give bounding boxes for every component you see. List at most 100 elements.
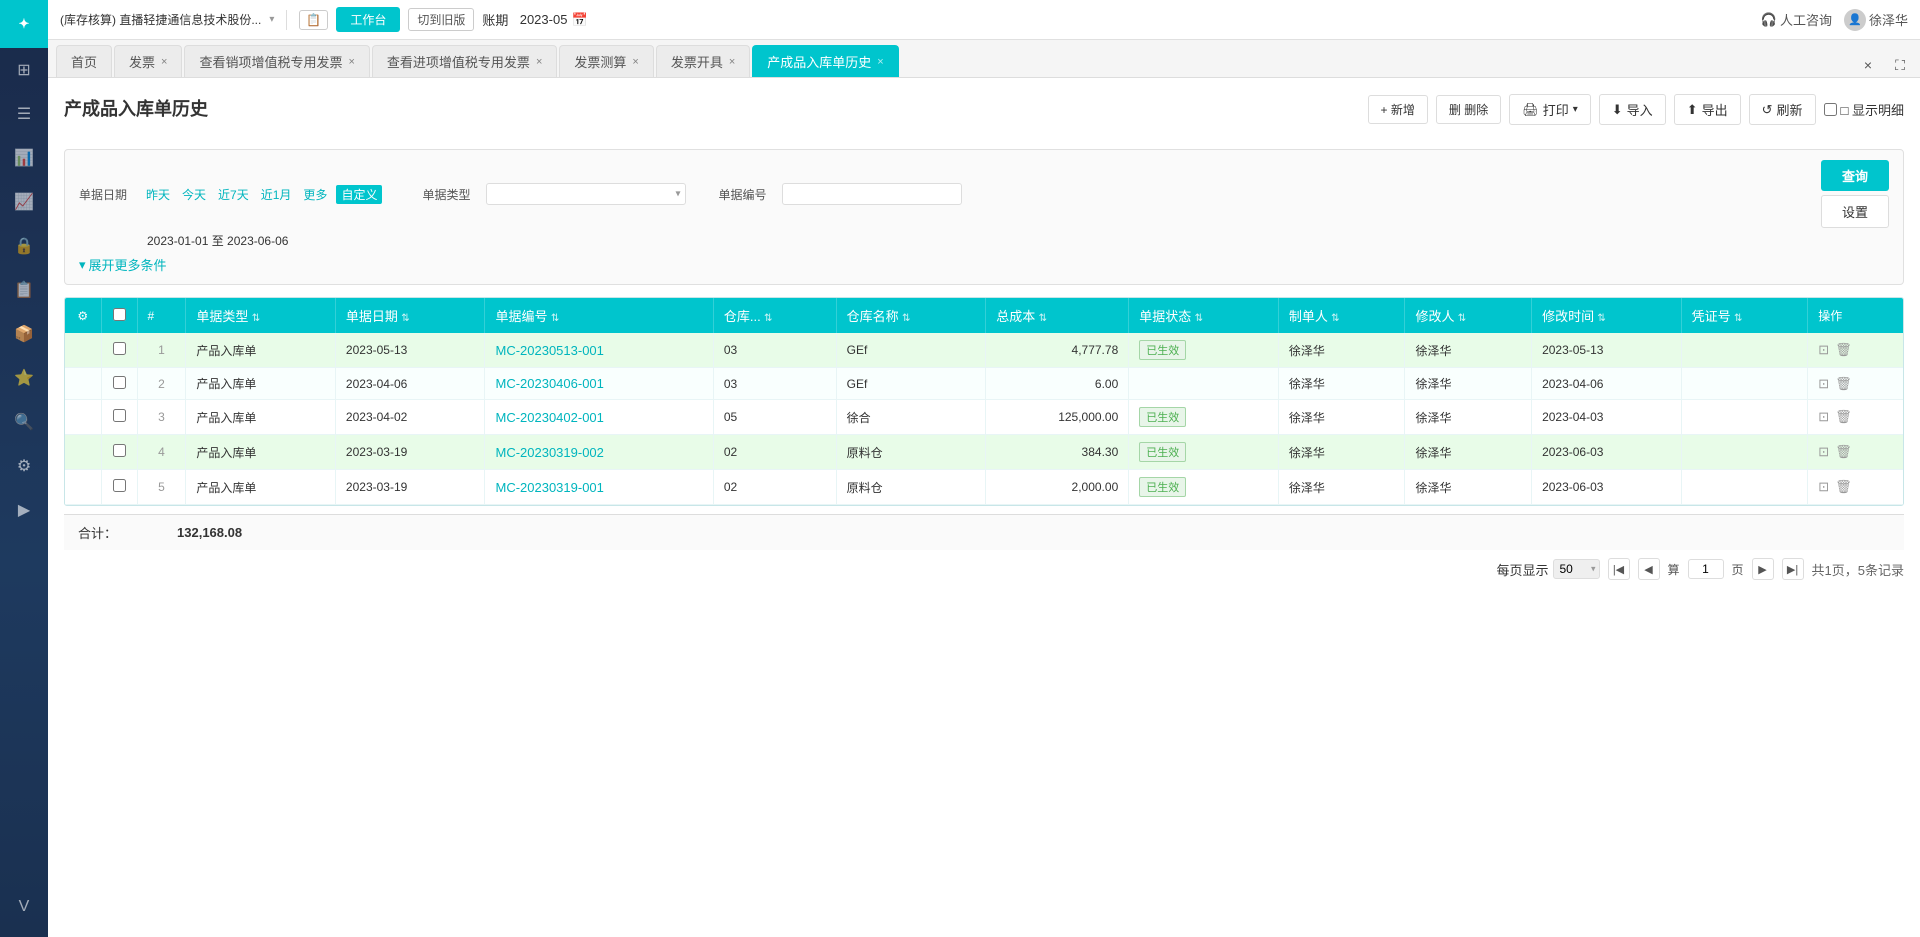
workbench-button[interactable]: 工作台 [336,7,400,32]
shortcut-today[interactable]: 今天 [179,185,209,204]
td-number[interactable]: MC-20230513-001 [485,333,713,368]
tab-invoice[interactable]: 发票 × [114,45,182,77]
td-checkbox[interactable] [101,435,137,470]
tab-product-in[interactable]: 产成品入库单历史 × [752,45,898,77]
shortcut-1month[interactable]: 近1月 [258,185,295,204]
sidebar-item-report[interactable]: 📊 [0,136,48,180]
th-status[interactable]: 单据状态 ⇅ [1129,298,1279,333]
tab-expand-button[interactable]: ⛶ [1888,53,1912,77]
td-number[interactable]: MC-20230402-001 [485,400,713,435]
th-type[interactable]: 单据类型 ⇅ [186,298,336,333]
prev-page-button[interactable]: ◀ [1638,558,1660,580]
delete-button[interactable]: 删 删除 [1436,95,1501,124]
copy-button[interactable]: 📋 [299,10,328,30]
select-all-checkbox[interactable] [113,308,126,321]
th-date[interactable]: 单据日期 ⇅ [335,298,485,333]
tab-product-in-close[interactable]: × [877,56,883,68]
number-link[interactable]: MC-20230319-001 [495,480,603,495]
user-menu[interactable]: 👤 徐泽华 [1844,9,1908,31]
shortcut-yesterday[interactable]: 昨天 [143,185,173,204]
sidebar-item-home[interactable]: ⊞ [0,48,48,92]
edit-icon[interactable]: ⊡ [1818,342,1829,358]
delete-icon[interactable]: 🗑 [1835,342,1852,358]
edit-icon[interactable]: ⊡ [1818,479,1829,495]
row-checkbox[interactable] [113,479,126,492]
delete-icon[interactable]: 🗑 [1835,376,1852,392]
delete-icon[interactable]: 🗑 [1835,479,1852,495]
number-link[interactable]: MC-20230406-001 [495,376,603,391]
tab-vat-purchase-close[interactable]: × [536,56,542,68]
calendar-icon[interactable]: 📅 [571,12,587,28]
sidebar-item-v[interactable]: V [0,885,48,929]
filter-settings-button[interactable]: 设置 [1821,195,1889,228]
sidebar-item-auth[interactable]: 🔒 [0,224,48,268]
th-modifier[interactable]: 修改人 ⇅ [1405,298,1532,333]
last-page-button[interactable]: ▶| [1782,558,1804,580]
tab-vat-sales[interactable]: 查看销项增值税专用发票 × [184,45,369,77]
page-number-input[interactable] [1688,559,1724,579]
tab-home[interactable]: 首页 [56,45,112,77]
type-select[interactable]: 产品入库单 [486,183,686,205]
sidebar-item-docs[interactable]: 📋 [0,268,48,312]
tab-close-all-button[interactable]: × [1856,53,1880,77]
sidebar-logo[interactable]: ✦ [0,0,48,48]
tab-invoice-issue-close[interactable]: × [729,56,735,68]
query-button[interactable]: 查询 [1821,160,1889,191]
print-button[interactable]: 🖨 打印 ▾ [1509,94,1591,125]
th-warehouse-code[interactable]: 仓库... ⇅ [713,298,836,333]
refresh-button[interactable]: ↺ 刷新 [1749,94,1816,125]
delete-icon[interactable]: 🗑 [1835,409,1852,425]
td-checkbox[interactable] [101,368,137,400]
delete-icon[interactable]: 🗑 [1835,444,1852,460]
row-checkbox[interactable] [113,376,126,389]
per-page-select[interactable]: 20 50 100 [1553,559,1600,579]
shortcut-7days[interactable]: 近7天 [215,185,252,204]
td-number[interactable]: MC-20230319-001 [485,470,713,505]
th-settings[interactable]: ⚙ [65,298,101,333]
td-number[interactable]: MC-20230319-002 [485,435,713,470]
td-checkbox[interactable] [101,333,137,368]
tab-invoice-calc-close[interactable]: × [632,56,638,68]
row-checkbox[interactable] [113,409,126,422]
next-page-button[interactable]: ▶ [1752,558,1774,580]
number-link[interactable]: MC-20230319-002 [495,445,603,460]
th-checkbox[interactable] [101,298,137,333]
tab-invoice-issue[interactable]: 发票开具 × [656,45,750,77]
th-number[interactable]: 单据编号 ⇅ [485,298,713,333]
sidebar-item-settings2[interactable]: ⭐ [0,356,48,400]
first-page-button[interactable]: |◀ [1608,558,1630,580]
edit-icon[interactable]: ⊡ [1818,376,1829,392]
th-voucher[interactable]: 凭证号 ⇅ [1681,298,1808,333]
tab-vat-sales-close[interactable]: × [348,56,354,68]
number-link[interactable]: MC-20230513-001 [495,343,603,358]
sidebar-item-gear[interactable]: ⚙ [0,444,48,488]
show-detail-checkbox[interactable] [1824,103,1837,116]
export-button[interactable]: ⬆ 导出 [1674,94,1741,125]
row-checkbox[interactable] [113,342,126,355]
sidebar-item-inventory[interactable]: 📦 [0,312,48,356]
tab-invoice-close[interactable]: × [161,56,167,68]
service-button[interactable]: 🎧 人工咨询 [1761,10,1832,29]
number-link[interactable]: MC-20230402-001 [495,410,603,425]
td-checkbox[interactable] [101,400,137,435]
tab-vat-purchase[interactable]: 查看进项增值税专用发票 × [372,45,557,77]
th-creator[interactable]: 制单人 ⇅ [1278,298,1405,333]
new-button[interactable]: + 新增 [1368,95,1428,124]
td-checkbox[interactable] [101,470,137,505]
expand-filter-button[interactable]: ▾ 展开更多条件 [79,255,1889,274]
tab-invoice-calc[interactable]: 发票测算 × [559,45,653,77]
sidebar-item-analysis[interactable]: 📈 [0,180,48,224]
sidebar-item-play[interactable]: ▶ [0,488,48,532]
import-button[interactable]: ⬇ 导入 [1599,94,1666,125]
edit-icon[interactable]: ⊡ [1818,444,1829,460]
history-mode-button[interactable]: 切到旧版 [408,8,474,31]
th-modify-time[interactable]: 修改时间 ⇅ [1532,298,1682,333]
edit-icon[interactable]: ⊡ [1818,409,1829,425]
sidebar-item-search[interactable]: 🔍 [0,400,48,444]
shortcut-custom[interactable]: 自定义 [336,185,382,204]
sidebar-item-menu[interactable]: ☰ [0,92,48,136]
td-number[interactable]: MC-20230406-001 [485,368,713,400]
row-checkbox[interactable] [113,444,126,457]
shortcut-more[interactable]: 更多 [300,185,330,204]
number-filter-input[interactable] [782,183,962,205]
